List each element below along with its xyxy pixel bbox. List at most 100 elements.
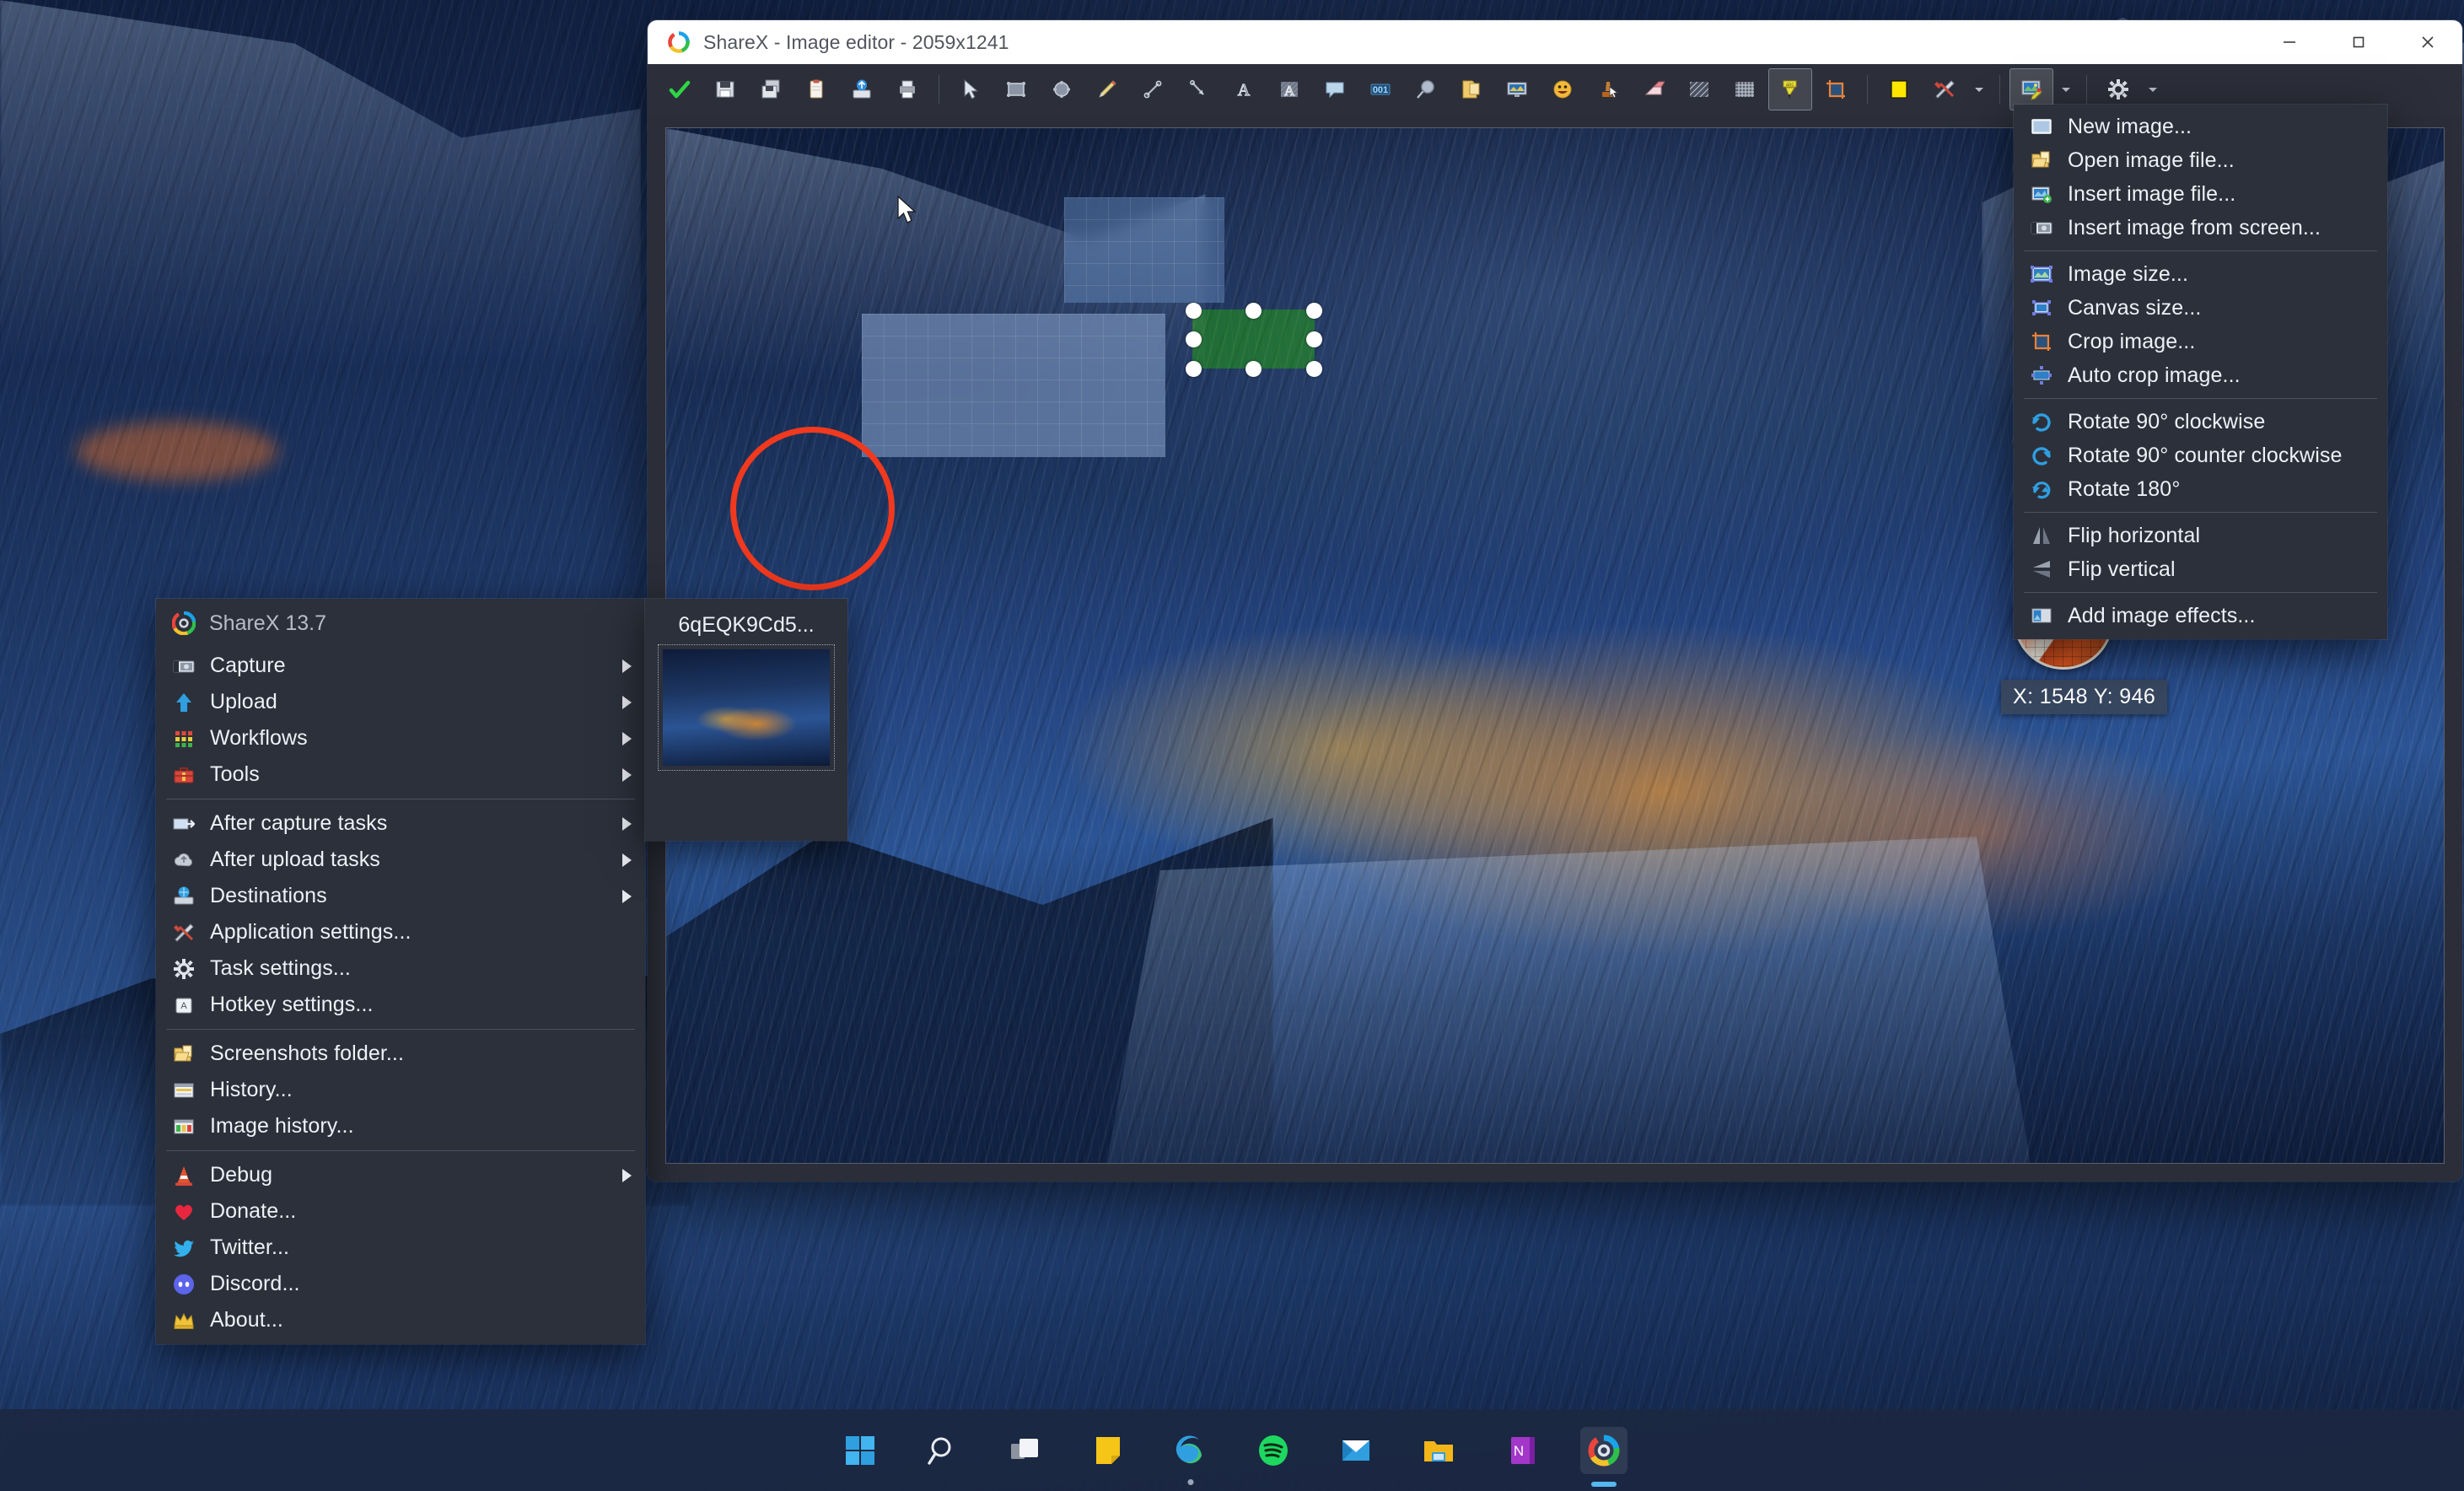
- maximize-button[interactable]: [2324, 20, 2393, 64]
- tool-text-outline[interactable]: A: [1222, 68, 1266, 110]
- menu-crop-image[interactable]: Crop image...: [2014, 325, 2387, 358]
- tool-ellipse[interactable]: [1040, 68, 1084, 110]
- sidebar-item-destinations[interactable]: Destinations: [156, 878, 645, 914]
- taskbar-microsoft-edge[interactable]: [1167, 1427, 1214, 1485]
- resize-handle-ne[interactable]: [1306, 303, 1322, 319]
- sidebar-item-workflows[interactable]: Workflows: [156, 720, 645, 756]
- sharex-main-menu[interactable]: ShareX 13.7 Capture Upload Workflows Tools A…: [156, 599, 847, 1344]
- tool-settings-button[interactable]: [1923, 68, 1966, 110]
- resize-handle-e[interactable]: [1306, 331, 1322, 347]
- menu-insert-image-file[interactable]: Insert image file...: [2014, 177, 2387, 211]
- sidebar-item-discord[interactable]: Discord...: [156, 1266, 645, 1302]
- printer-icon: [896, 78, 918, 100]
- taskbar-file-explorer[interactable]: [1415, 1427, 1462, 1474]
- tool-speech-balloon[interactable]: [1313, 68, 1357, 110]
- sidebar-item-debug[interactable]: Debug: [156, 1157, 645, 1193]
- sidebar-item-after-capture-tasks[interactable]: After capture tasks: [156, 805, 645, 842]
- window-titlebar[interactable]: ShareX - Image editor - 2059x1241: [648, 20, 2462, 64]
- tool-image-screen[interactable]: [1495, 68, 1539, 110]
- menu-open-image-file[interactable]: Open image file...: [2014, 143, 2387, 177]
- tool-line[interactable]: [1131, 68, 1175, 110]
- upload-image-button[interactable]: [840, 68, 884, 110]
- tool-pixelate[interactable]: [1723, 68, 1767, 110]
- menu-image-size[interactable]: Image size...: [2014, 257, 2387, 291]
- image-dropdown-menu[interactable]: New image... Open image file... Insert ima…: [2014, 105, 2387, 639]
- menu-rotate-90-ccw[interactable]: Rotate 90° counter clockwise: [2014, 439, 2387, 472]
- taskbar-start-button[interactable]: [837, 1427, 884, 1474]
- resize-handle-se[interactable]: [1306, 361, 1322, 377]
- sidebar-item-tools[interactable]: Tools: [156, 756, 645, 793]
- menu-rotate-90-cw[interactable]: Rotate 90° clockwise: [2014, 405, 2387, 439]
- sidebar-item-after-upload-tasks[interactable]: After upload tasks: [156, 842, 645, 878]
- tool-sticker[interactable]: [1541, 68, 1584, 110]
- sidebar-item-donate[interactable]: Donate...: [156, 1193, 645, 1230]
- pixelate-region-right[interactable]: [1064, 197, 1224, 303]
- red-circle-annotation[interactable]: [730, 427, 895, 590]
- print-image-button[interactable]: [885, 68, 929, 110]
- taskbar-onenote[interactable]: N: [1498, 1427, 1545, 1474]
- taskbar-spotify[interactable]: [1250, 1427, 1297, 1474]
- tool-crop[interactable]: [1814, 68, 1858, 110]
- canvas-treeline: [666, 817, 1273, 1163]
- close-button[interactable]: [2393, 20, 2462, 64]
- sidebar-item-application-settings[interactable]: Application settings...: [156, 914, 645, 950]
- menu-add-image-effects[interactable]: Add image effects...: [2014, 599, 2387, 632]
- tool-step[interactable]: 001: [1358, 68, 1402, 110]
- taskbar-task-view-button[interactable]: [1002, 1427, 1049, 1474]
- taskbar-icon-list[interactable]: N: [837, 1426, 1627, 1487]
- save-image-button[interactable]: [703, 68, 747, 110]
- tool-image-file[interactable]: [1450, 68, 1493, 110]
- menu-new-image[interactable]: New image...: [2014, 110, 2387, 143]
- sidebar-item-upload[interactable]: Upload: [156, 684, 645, 720]
- minimize-button[interactable]: [2255, 20, 2324, 64]
- color-swatch-button[interactable]: [1877, 68, 1921, 110]
- menu-auto-crop-image[interactable]: Auto crop image...: [2014, 358, 2387, 392]
- resize-handle-s[interactable]: [1245, 361, 1262, 377]
- tool-blur[interactable]: [1677, 68, 1721, 110]
- tool-select-move[interactable]: [949, 68, 993, 110]
- menu-rotate-180[interactable]: Rotate 180°: [2014, 472, 2387, 506]
- sidebar-item-screenshots-folder[interactable]: Screenshots folder...: [156, 1036, 645, 1072]
- tool-freehand[interactable]: [1085, 68, 1129, 110]
- resize-handle-sw[interactable]: [1186, 361, 1202, 377]
- sidebar-item-image-history[interactable]: Image history...: [156, 1108, 645, 1144]
- pixelate-region-left[interactable]: [862, 314, 1165, 457]
- traffic-cone-icon: [171, 1163, 196, 1188]
- sidebar-item-about[interactable]: About...: [156, 1302, 645, 1338]
- tool-text-background[interactable]: A: [1267, 68, 1311, 110]
- sidebar-item-capture[interactable]: Capture: [156, 648, 645, 684]
- tool-arrow[interactable]: [1176, 68, 1220, 110]
- sidebar-item-history[interactable]: History...: [156, 1072, 645, 1108]
- tool-cursor-stamp[interactable]: [1586, 68, 1630, 110]
- crown-icon: [171, 1308, 196, 1333]
- upload-arrow-icon: [171, 690, 196, 715]
- menu-separator: [166, 1029, 635, 1030]
- taskbar-sticky-notes[interactable]: [1084, 1427, 1132, 1474]
- tool-settings-dropdown[interactable]: [1968, 68, 1990, 110]
- sidebar-item-twitter[interactable]: Twitter...: [156, 1230, 645, 1266]
- save-image-as-button[interactable]: [749, 68, 793, 110]
- menu-flip-vertical[interactable]: Flip vertical: [2014, 552, 2387, 586]
- cursor-arrow-icon: [960, 78, 982, 100]
- windows-taskbar[interactable]: N: [0, 1409, 2464, 1491]
- menu-insert-image-from-screen[interactable]: Insert image from screen...: [2014, 211, 2387, 245]
- resize-handle-n[interactable]: [1245, 303, 1262, 319]
- taskbar-search-button[interactable]: [919, 1427, 966, 1474]
- copy-image-button[interactable]: [794, 68, 838, 110]
- sidebar-item-task-settings[interactable]: Task settings...: [156, 950, 645, 987]
- apply-button[interactable]: [658, 68, 702, 110]
- tool-eraser[interactable]: [1632, 68, 1676, 110]
- sidebar-item-hotkey-settings[interactable]: A Hotkey settings...: [156, 987, 645, 1023]
- menu-canvas-size[interactable]: Canvas size...: [2014, 291, 2387, 325]
- taskbar-mail[interactable]: [1332, 1427, 1380, 1474]
- tool-highlight[interactable]: abc: [1768, 68, 1812, 110]
- taskbar-sharex[interactable]: [1580, 1426, 1627, 1487]
- resize-handle-w[interactable]: [1186, 331, 1202, 347]
- window-controls[interactable]: [2255, 20, 2462, 64]
- thumbnail-panel[interactable]: 6qEQK9Cd5...: [645, 599, 847, 841]
- tool-rectangle[interactable]: [994, 68, 1038, 110]
- menu-flip-horizontal[interactable]: Flip horizontal: [2014, 519, 2387, 552]
- resize-handle-nw[interactable]: [1186, 303, 1202, 319]
- thumbnail-frame[interactable]: [658, 644, 835, 771]
- tool-magnify[interactable]: [1404, 68, 1448, 110]
